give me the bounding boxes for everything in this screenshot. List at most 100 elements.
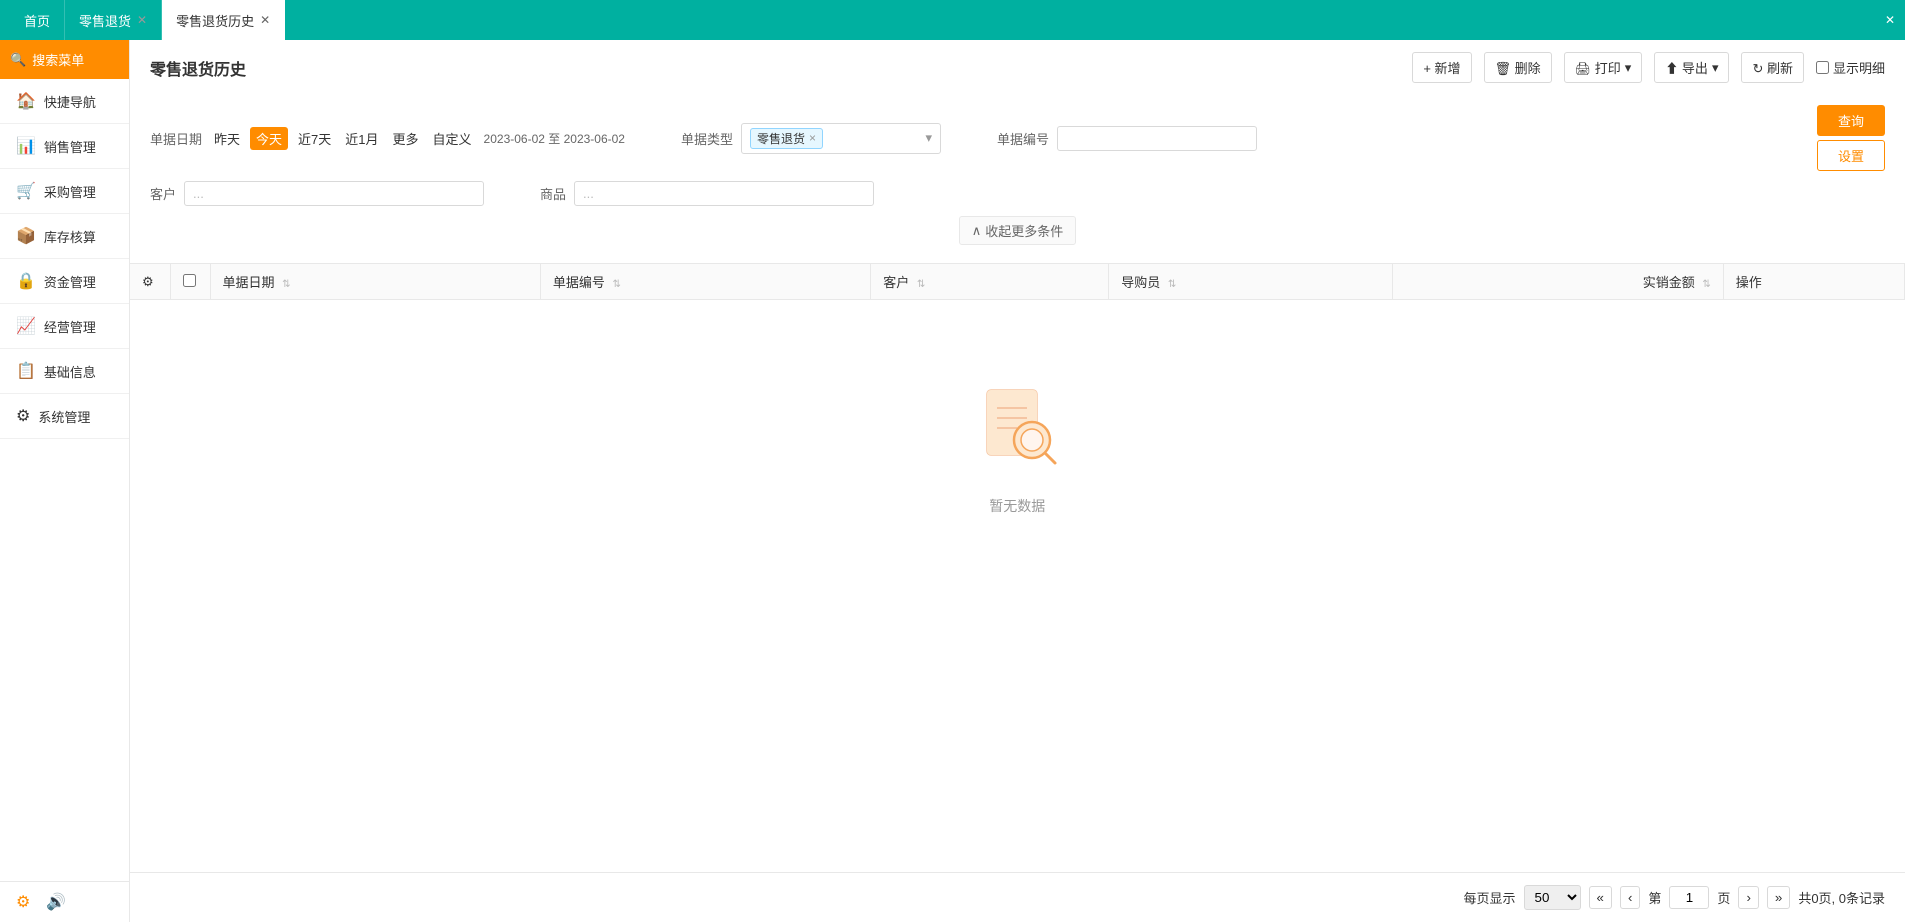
content-area: 零售退货历史 + 新增 🗑 删除 🖨 打印 ▾ ⬆ 导出 ▾ ↻ 刷新	[130, 40, 1905, 922]
date-opt-last7[interactable]: 近7天	[294, 127, 335, 150]
next-page-button[interactable]: ›	[1738, 886, 1758, 909]
page-input[interactable]	[1669, 886, 1709, 909]
doc-no-label: 单据编号	[997, 129, 1049, 148]
customer-select[interactable]: ...	[184, 181, 484, 206]
print-dropdown-icon: ▾	[1625, 60, 1632, 76]
empty-text: 暂无数据	[989, 496, 1045, 516]
tab-retail-return-history[interactable]: 零售退货历史 ✕	[162, 0, 285, 40]
goods-filter-group: 商品 ...	[540, 181, 874, 206]
filter-area: 单据日期 昨天 今天 近7天 近1月 更多 自定义 2023-06-02 至 2…	[150, 95, 1885, 263]
sidebar-item-operations[interactable]: 📈 经营管理	[0, 304, 129, 349]
date-opt-more[interactable]: 更多	[389, 127, 423, 150]
sort-icon-customer[interactable]: ⇅	[917, 279, 925, 290]
query-button[interactable]: 查询	[1817, 105, 1885, 136]
doc-no-input[interactable]	[1057, 126, 1257, 151]
sort-icon-actual-amount[interactable]: ⇅	[1702, 279, 1710, 290]
doc-type-filter-group: 单据类型 零售退货 × ▾	[681, 123, 941, 154]
sort-icon-guide[interactable]: ⇅	[1168, 279, 1176, 290]
col-check	[170, 264, 210, 300]
sidebar-bottom: ⚙ 🔊	[0, 881, 129, 922]
settings-button[interactable]: 设置	[1817, 140, 1885, 171]
search-icon: 🔍	[10, 52, 26, 68]
table-container: ⚙ 单据日期 ⇅ 单据编号 ⇅	[130, 264, 1905, 872]
tab-home[interactable]: 首页	[10, 0, 65, 40]
goods-select[interactable]: ...	[574, 181, 874, 206]
home-icon: 🏠	[16, 91, 36, 111]
page-suffix: 页	[1717, 888, 1730, 907]
sidebar-item-basic-info[interactable]: 📋 基础信息	[0, 349, 129, 394]
sidebar-item-inventory[interactable]: 📦 库存核算	[0, 214, 129, 259]
select-all-checkbox[interactable]	[183, 274, 196, 287]
first-page-button[interactable]: «	[1589, 886, 1612, 909]
sidebar-item-system-mgmt[interactable]: ⚙ 系统管理	[0, 394, 129, 439]
pagination: 每页显示 102050100 « ‹ 第 页 › » 共0页, 0条记录	[130, 872, 1905, 922]
export-button[interactable]: ⬆ 导出 ▾	[1654, 52, 1729, 83]
main-layout: 🔍 搜索菜单 🏠 快捷导航 📊 销售管理 🛒 采购管理 📦 库存核算 🔒 资金管…	[0, 40, 1905, 922]
date-opt-last1m[interactable]: 近1月	[341, 127, 382, 150]
col-actual-amount: 实销金额 ⇅	[1393, 264, 1723, 300]
per-page-label: 每页显示	[1464, 888, 1516, 907]
date-opt-today[interactable]: 今天	[250, 127, 288, 150]
new-button[interactable]: + 新增	[1412, 52, 1471, 83]
filter-row-1: 单据日期 昨天 今天 近7天 近1月 更多 自定义 2023-06-02 至 2…	[150, 105, 1885, 171]
tab-retail-return-history-close[interactable]: ✕	[260, 13, 270, 27]
date-filter-group: 单据日期 昨天 今天 近7天 近1月 更多 自定义 2023-06-02 至 2…	[150, 127, 625, 150]
filter-row-2: 客户 ... 商品 ...	[150, 181, 1885, 206]
doc-type-tag: 零售退货 ×	[750, 128, 823, 149]
export-dropdown-icon: ▾	[1712, 60, 1719, 76]
clipboard-icon: 📋	[16, 361, 36, 381]
sort-icon-doc-no[interactable]: ⇅	[613, 279, 621, 290]
sort-icon-doc-date[interactable]: ⇅	[282, 279, 290, 290]
per-page-select[interactable]: 102050100	[1524, 885, 1581, 910]
customer-label: 客户	[150, 184, 176, 203]
chart-icon: 📊	[16, 136, 36, 156]
table-header: ⚙ 单据日期 ⇅ 单据编号 ⇅	[130, 264, 1905, 300]
doc-type-tag-close[interactable]: ×	[809, 131, 816, 145]
goods-label: 商品	[540, 184, 566, 203]
doc-type-dropdown-arrow: ▾	[925, 130, 932, 146]
show-detail-checkbox-label[interactable]: 显示明细	[1816, 58, 1885, 77]
tab-retail-return[interactable]: 零售退货 ✕	[65, 0, 162, 40]
cart-icon: 🛒	[16, 181, 36, 201]
sidebar-search[interactable]: 🔍 搜索菜单	[0, 40, 129, 79]
delete-button[interactable]: 🗑 删除	[1484, 52, 1552, 83]
refresh-button[interactable]: ↻ 刷新	[1741, 52, 1804, 83]
last-page-button[interactable]: »	[1767, 886, 1790, 909]
page-label: 第	[1648, 888, 1661, 907]
doc-no-filter-group: 单据编号	[997, 126, 1257, 151]
system-icon: ⚙	[16, 406, 30, 426]
date-opt-yesterday[interactable]: 昨天	[210, 127, 244, 150]
empty-illustration	[967, 380, 1067, 480]
action-buttons: 查询 设置	[1817, 105, 1885, 171]
window-close-icon[interactable]: ✕	[1885, 13, 1895, 27]
empty-state: 暂无数据	[130, 300, 1905, 596]
page-title-row: 零售退货历史 + 新增 🗑 删除 🖨 打印 ▾ ⬆ 导出 ▾ ↻ 刷新	[150, 52, 1885, 83]
header-row: ⚙ 单据日期 ⇅ 单据编号 ⇅	[130, 264, 1905, 300]
empty-state-row: 暂无数据	[130, 300, 1905, 597]
customer-filter-group: 客户 ...	[150, 181, 484, 206]
print-button[interactable]: 🖨 打印 ▾	[1564, 52, 1643, 83]
sidebar-settings-icon[interactable]: ⚙	[16, 892, 30, 912]
tab-retail-return-close[interactable]: ✕	[137, 13, 147, 27]
sidebar-item-purchase-mgmt[interactable]: 🛒 采购管理	[0, 169, 129, 214]
date-options: 昨天 今天 近7天 近1月 更多 自定义	[210, 127, 476, 150]
col-customer: 客户 ⇅	[871, 264, 1109, 300]
date-filter-label: 单据日期	[150, 129, 202, 148]
prev-page-button[interactable]: ‹	[1620, 886, 1640, 909]
gear-icon[interactable]: ⚙	[142, 274, 154, 289]
collapse-row: ∧ 收起更多条件	[150, 216, 1885, 245]
sidebar: 🔍 搜索菜单 🏠 快捷导航 📊 销售管理 🛒 采购管理 📦 库存核算 🔒 资金管…	[0, 40, 130, 922]
collapse-button[interactable]: ∧ 收起更多条件	[959, 216, 1077, 245]
col-guide: 导购员 ⇅	[1109, 264, 1393, 300]
page-title: 零售退货历史	[150, 56, 246, 80]
show-detail-checkbox[interactable]	[1816, 61, 1829, 74]
sidebar-item-finance[interactable]: 🔒 资金管理	[0, 259, 129, 304]
sidebar-item-sales-mgmt[interactable]: 📊 销售管理	[0, 124, 129, 169]
box-icon: 📦	[16, 226, 36, 246]
date-opt-custom[interactable]: 自定义	[429, 127, 476, 150]
doc-type-select[interactable]: 零售退货 × ▾	[741, 123, 941, 154]
col-doc-date: 单据日期 ⇅	[210, 264, 540, 300]
doc-type-label: 单据类型	[681, 129, 733, 148]
sidebar-item-quick-nav[interactable]: 🏠 快捷导航	[0, 79, 129, 124]
sidebar-audio-icon[interactable]: 🔊	[46, 892, 66, 912]
